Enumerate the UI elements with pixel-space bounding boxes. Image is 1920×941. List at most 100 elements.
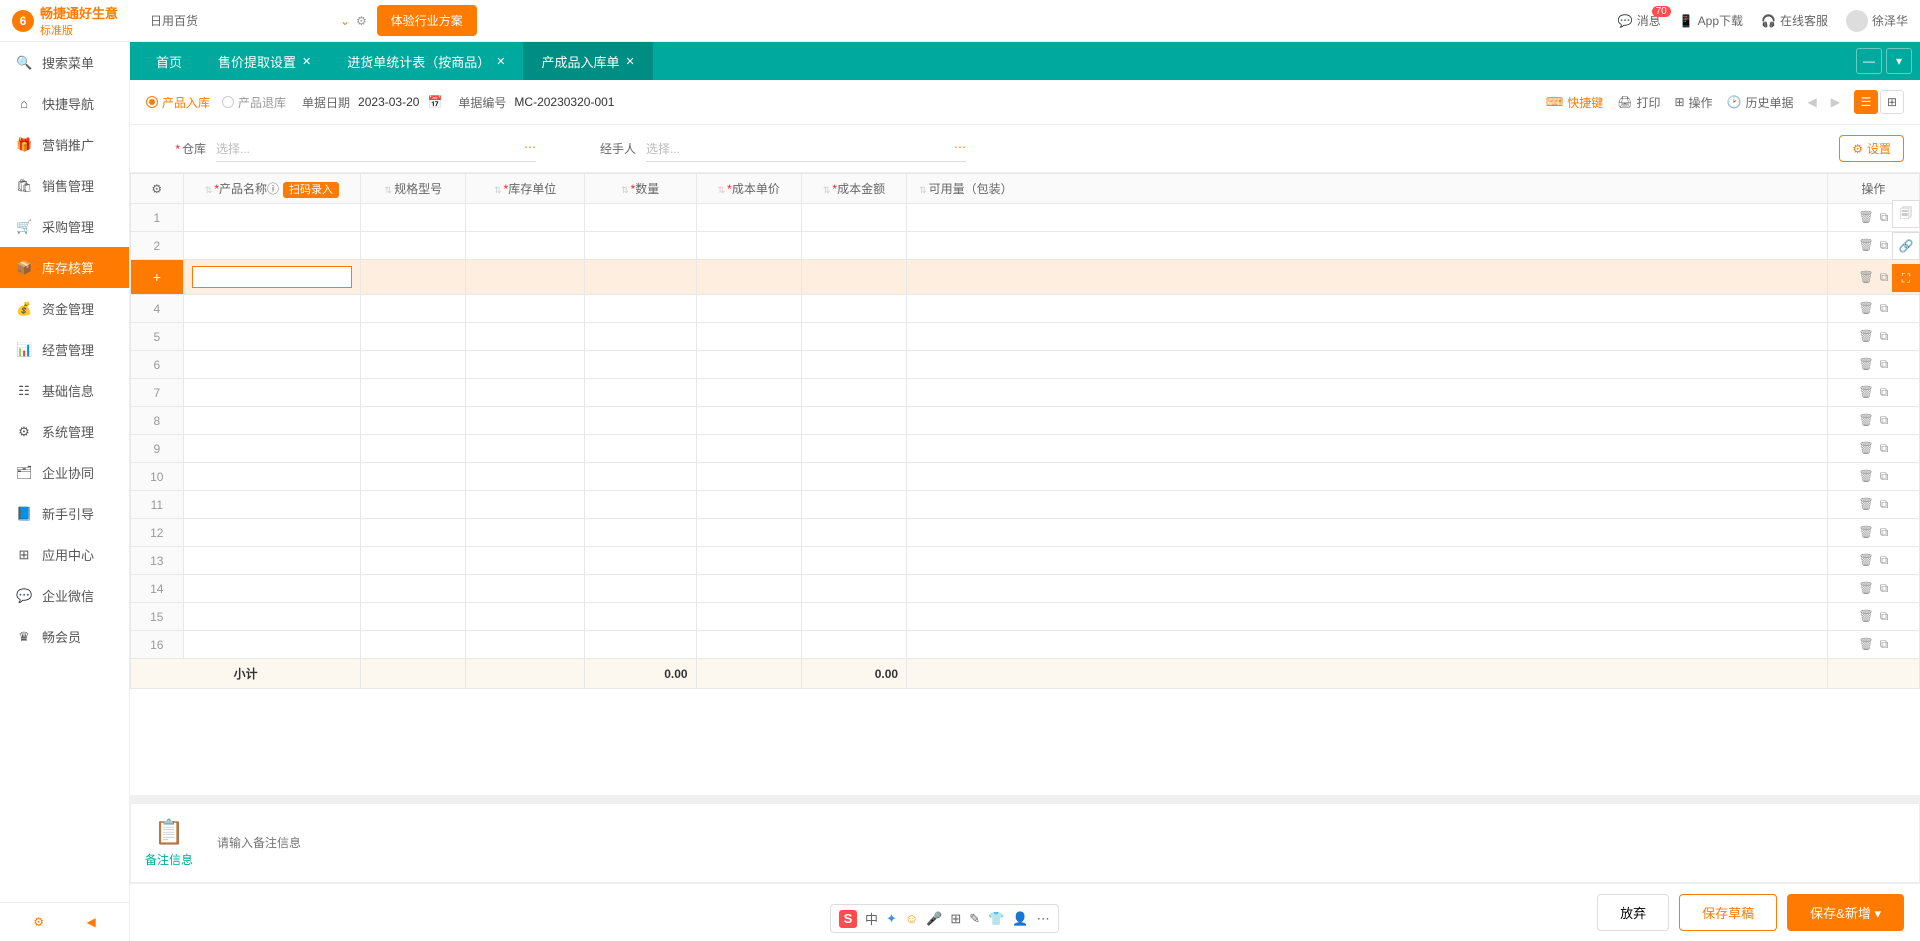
messages-link[interactable]: 💬 消息 70 — [1618, 12, 1661, 29]
date-value[interactable]: 2023-03-20 — [358, 95, 419, 109]
shortcut-button[interactable]: ⌨快捷键 — [1546, 94, 1603, 111]
history-button[interactable]: 🕑历史单据 — [1727, 94, 1794, 111]
table-row[interactable]: 2🗑⧉ — [131, 232, 1920, 260]
delete-icon[interactable]: 🗑 — [1859, 525, 1874, 539]
operate-button[interactable]: ⊞操作 — [1674, 94, 1712, 111]
view-card-button[interactable]: ⊞ — [1880, 90, 1904, 114]
handler-select[interactable]: 选择... ⋯ — [646, 136, 966, 162]
sidebar-item[interactable]: 🛍销售管理 — [0, 165, 129, 206]
tab[interactable]: 进货单统计表（按商品）✕ — [329, 42, 523, 80]
copy-icon[interactable]: ⧉ — [1880, 609, 1889, 623]
delete-icon[interactable]: 🗑 — [1859, 238, 1874, 252]
tab[interactable]: 首页 — [138, 42, 200, 80]
close-icon[interactable]: ✕ — [302, 55, 311, 68]
experience-button[interactable]: 体验行业方案 — [377, 5, 477, 36]
collapse-icon[interactable]: ◀ — [87, 915, 96, 929]
delete-icon[interactable]: 🗑 — [1859, 581, 1874, 595]
dock-btn-1[interactable]: 🗐 — [1892, 200, 1920, 228]
delete-icon[interactable]: 🗑 — [1859, 301, 1874, 315]
sidebar-item[interactable]: ♛畅会员 — [0, 616, 129, 657]
table-row[interactable]: 6🗑⧉ — [131, 351, 1920, 379]
copy-icon[interactable]: ⧉ — [1880, 238, 1889, 252]
copy-icon[interactable]: ⧉ — [1880, 357, 1889, 371]
product-name-input[interactable] — [192, 266, 353, 288]
sidebar-item[interactable]: 📦库存核算 — [0, 247, 129, 288]
next-icon[interactable]: ▶ — [1831, 95, 1840, 109]
dock-btn-2[interactable]: 🔗 — [1892, 232, 1920, 260]
table-row[interactable]: 1🗑⧉ — [131, 204, 1920, 232]
app-download-link[interactable]: 📱 App下载 — [1679, 12, 1743, 29]
discard-button[interactable]: 放弃 — [1597, 894, 1669, 931]
prev-icon[interactable]: ◀ — [1808, 95, 1817, 109]
col-price[interactable]: ⇅*成本单价 — [696, 174, 801, 204]
sidebar-item[interactable]: 💬企业微信 — [0, 575, 129, 616]
sidebar-item[interactable]: 💰资金管理 — [0, 288, 129, 329]
table-row[interactable]: + 🗑 ⧉ — [131, 260, 1920, 295]
radio-product-out[interactable]: 产品退库 — [222, 94, 286, 111]
sidebar-item[interactable]: 📊经营管理 — [0, 329, 129, 370]
sidebar-item[interactable]: ⌂快捷导航 — [0, 83, 129, 124]
sidebar-item[interactable]: 🔍搜索菜单 — [0, 42, 129, 83]
settings-button[interactable]: ⚙ 设置 — [1839, 135, 1904, 162]
table-row[interactable]: 9🗑⧉ — [131, 435, 1920, 463]
delete-icon[interactable]: 🗑 — [1859, 210, 1874, 224]
sidebar-item[interactable]: 🎁营销推广 — [0, 124, 129, 165]
gear-icon[interactable]: ⚙ — [356, 14, 367, 28]
settings-icon[interactable]: ⚙ — [33, 915, 44, 929]
delete-icon[interactable]: 🗑 — [1859, 329, 1874, 343]
dock-btn-3[interactable]: ⛶ — [1892, 264, 1920, 292]
table-row[interactable]: 15🗑⧉ — [131, 603, 1920, 631]
delete-icon[interactable]: 🗑 — [1859, 357, 1874, 371]
tab[interactable]: 产成品入库单✕ — [523, 42, 652, 80]
delete-icon[interactable]: 🗑 — [1859, 441, 1874, 455]
copy-icon[interactable]: ⧉ — [1880, 413, 1889, 427]
sidebar-item[interactable]: ☷基础信息 — [0, 370, 129, 411]
col-spec[interactable]: ⇅规格型号 — [361, 174, 466, 204]
tab[interactable]: 售价提取设置✕ — [200, 42, 329, 80]
col-product-name[interactable]: ⇅*产品名称ⓘ扫码录入 — [183, 174, 361, 204]
copy-icon[interactable]: ⧉ — [1880, 497, 1889, 511]
copy-icon[interactable]: ⧉ — [1880, 270, 1889, 284]
save-draft-button[interactable]: 保存草稿 — [1679, 894, 1777, 931]
delete-icon[interactable]: 🗑 — [1859, 637, 1874, 651]
copy-icon[interactable]: ⧉ — [1880, 385, 1889, 399]
table-row[interactable]: 8🗑⧉ — [131, 407, 1920, 435]
copy-icon[interactable]: ⧉ — [1880, 525, 1889, 539]
delete-icon[interactable]: 🗑 — [1859, 385, 1874, 399]
table-row[interactable]: 10🗑⧉ — [131, 463, 1920, 491]
copy-icon[interactable]: ⧉ — [1880, 210, 1889, 224]
service-link[interactable]: 🎧 在线客服 — [1761, 12, 1828, 29]
add-row-icon[interactable]: + — [148, 268, 166, 286]
sidebar-item[interactable]: ⊞应用中心 — [0, 534, 129, 575]
close-icon[interactable]: ✕ — [626, 55, 635, 68]
sidebar-item[interactable]: ⚙系统管理 — [0, 411, 129, 452]
col-available[interactable]: ⇅可用量（包装） — [907, 174, 1828, 204]
col-amount[interactable]: ⇅*成本金额 — [801, 174, 906, 204]
table-row[interactable]: 14🗑⧉ — [131, 575, 1920, 603]
copy-icon[interactable]: ⧉ — [1880, 441, 1889, 455]
col-qty[interactable]: ⇅*数量 — [584, 174, 696, 204]
sidebar-item[interactable]: 🛒采购管理 — [0, 206, 129, 247]
table-row[interactable]: 12🗑⧉ — [131, 519, 1920, 547]
category-select[interactable]: 日用百货 ⌄ — [150, 12, 350, 29]
ime-s-icon[interactable]: S — [839, 910, 857, 928]
close-icon[interactable]: ✕ — [496, 55, 505, 68]
warehouse-select[interactable]: 选择... ⋯ — [216, 136, 536, 162]
sidebar-item[interactable]: 🗂企业协同 — [0, 452, 129, 493]
copy-icon[interactable]: ⧉ — [1880, 469, 1889, 483]
view-list-button[interactable]: ☰ — [1854, 90, 1878, 114]
delete-icon[interactable]: 🗑 — [1859, 497, 1874, 511]
tab-minimize-button[interactable]: ― — [1856, 48, 1882, 74]
delete-icon[interactable]: 🗑 — [1859, 553, 1874, 567]
col-settings[interactable]: ⚙ — [131, 174, 184, 204]
delete-icon[interactable]: 🗑 — [1859, 469, 1874, 483]
table-row[interactable]: 11🗑⧉ — [131, 491, 1920, 519]
copy-icon[interactable]: ⧉ — [1880, 553, 1889, 567]
delete-icon[interactable]: 🗑 — [1859, 413, 1874, 427]
col-unit[interactable]: ⇅*库存单位 — [466, 174, 584, 204]
radio-product-in[interactable]: 产品入库 — [146, 94, 210, 111]
table-row[interactable]: 7🗑⧉ — [131, 379, 1920, 407]
delete-icon[interactable]: 🗑 — [1859, 270, 1874, 284]
print-button[interactable]: 🖨打印 — [1617, 94, 1660, 111]
copy-icon[interactable]: ⧉ — [1880, 329, 1889, 343]
